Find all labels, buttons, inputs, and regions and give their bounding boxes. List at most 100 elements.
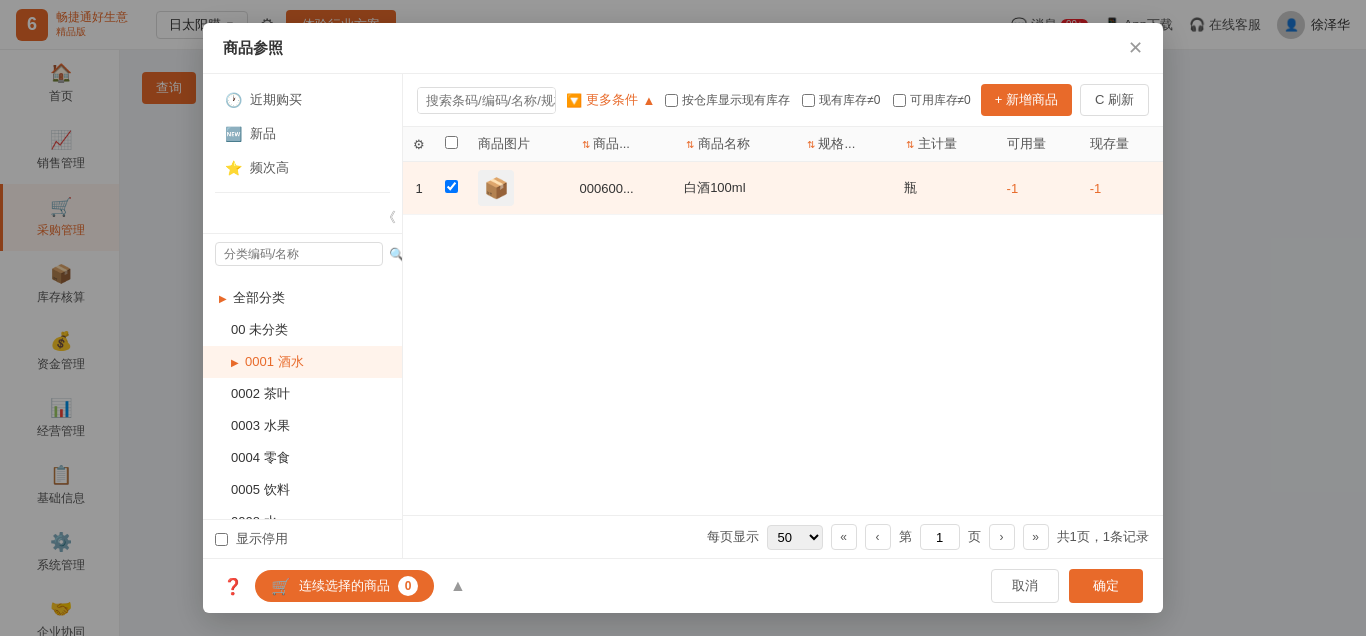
show-disabled-checkbox[interactable] [215,533,228,546]
tab-high-frequency[interactable]: ⭐ 频次高 [215,152,390,184]
show-disabled-label[interactable]: 显示停用 [236,530,288,548]
add-product-button[interactable]: + 新增商品 [981,84,1072,116]
select-all-checkbox[interactable] [445,136,458,149]
stock-ne-filter-checkbox[interactable] [802,94,815,107]
collapse-panel-button[interactable]: 《 [203,209,402,233]
category-tea[interactable]: 0002 茶叶 [203,378,402,410]
tab-new-label: 新品 [250,125,276,143]
col-settings-header: ⚙ [403,127,435,162]
stock-ne-filter-label[interactable]: 现有库存≠0 [802,92,880,109]
product-img-placeholder: 📦 [484,176,509,200]
category-tea-label: 0002 茶叶 [231,385,290,403]
more-filter-button[interactable]: 🔽 更多条件 ▲ [566,91,655,109]
last-page-button[interactable]: » [1023,524,1049,550]
sort-icon-spec: ⇅ [807,139,815,150]
cart-selection-area[interactable]: 🛒 连续选择的商品 0 [255,570,434,602]
footer-action-buttons: 取消 确定 [991,569,1143,603]
refresh-button[interactable]: C 刷新 [1080,84,1149,116]
clock-icon: 🕐 [225,92,242,108]
col-img-header: 商品图片 [468,127,570,162]
next-page-button[interactable]: › [989,524,1015,550]
row-checkbox-cell [435,162,468,215]
category-fruit-label: 0003 水果 [231,417,290,435]
category-fruit[interactable]: 0003 水果 [203,410,402,442]
first-page-icon: « [840,530,847,544]
col-spec-header: ⇅ 规格... [795,127,894,162]
product-image: 📦 [478,170,514,206]
warehouse-filter-label[interactable]: 按仓库显示现有库存 [665,92,790,109]
product-search-input-wrap: 🔍 [417,87,556,114]
filter-options: 按仓库显示现有库存 现有库存≠0 可用库存≠0 [665,92,971,109]
cancel-button[interactable]: 取消 [991,569,1059,603]
first-page-button[interactable]: « [831,524,857,550]
modal-search-bar: 🔍 🔽 更多条件 ▲ 按仓库显示现有库存 [403,74,1163,127]
arrow-right-icon: ▶ [219,293,227,304]
col-unit-header: ⇅ 主计量 [894,127,996,162]
category-uncategorized[interactable]: 00 未分类 [203,314,402,346]
modal-title: 商品参照 [223,39,283,58]
help-icon[interactable]: ❓ [223,577,243,596]
col-stock-header: 现存量 [1080,127,1163,162]
row-num: 1 [403,162,435,215]
product-table: ⚙ 商品图片 ⇅ 商品... [403,127,1163,215]
cart-label: 连续选择的商品 [299,577,390,595]
settings-col-icon[interactable]: ⚙ [413,137,425,152]
product-search-input[interactable] [418,88,556,113]
pagination: 每页显示 50 100 200 « ‹ 第 页 [403,515,1163,558]
category-drinks-label: 0005 饮料 [231,481,290,499]
row-img-cell: 📦 [468,162,570,215]
row-unit-cell: 瓶 [894,162,996,215]
modal-close-button[interactable]: ✕ [1128,37,1143,59]
cart-count-badge: 0 [398,576,418,596]
category-snacks-label: 0004 零食 [231,449,290,467]
col-code-header: ⇅ 商品... [570,127,675,162]
left-tabs: 🕐 近期购买 🆕 新品 ⭐ 频次高 [203,74,402,209]
category-search-area: 🔍 [203,233,402,274]
tab-new-products[interactable]: 🆕 新品 [215,118,390,150]
warehouse-filter-checkbox[interactable] [665,94,678,107]
available-ne-filter-checkbox[interactable] [893,94,906,107]
prev-page-button[interactable]: ‹ [865,524,891,550]
row-name-cell: 白酒100ml [674,162,795,215]
modal-footer: ❓ 🛒 连续选择的商品 0 ▲ 取消 确定 [203,558,1163,613]
category-tree: ▶ 全部分类 00 未分类 ▶ 0001 酒水 0002 茶叶 0003 水果 [203,274,402,519]
new-icon: 🆕 [225,126,242,142]
filter-label: 更多条件 [586,91,638,109]
category-uncategorized-label: 00 未分类 [231,321,288,339]
modal-left-footer: 显示停用 [203,519,402,558]
row-select-checkbox[interactable] [445,180,458,193]
table-row[interactable]: 1 📦 000600... [403,162,1163,215]
available-ne-filter-label[interactable]: 可用库存≠0 [893,92,971,109]
star-icon: ⭐ [225,160,242,176]
tab-divider [215,192,390,193]
page-label: 第 [899,528,912,546]
sort-icon-name: ⇅ [686,139,694,150]
modal-right-panel: 🔍 🔽 更多条件 ▲ 按仓库显示现有库存 [403,74,1163,558]
category-all-label: 全部分类 [233,289,285,307]
col-checkbox-header [435,127,468,162]
category-search-input[interactable] [215,242,383,266]
page-number-input[interactable] [920,524,960,550]
sort-icon-code: ⇅ [582,139,590,150]
category-drinks[interactable]: 0005 饮料 [203,474,402,506]
prev-page-icon: ‹ [876,530,880,544]
collapse-cart-icon[interactable]: ▲ [450,577,466,595]
category-alcohol-label: 0001 酒水 [245,353,304,371]
modal-overlay: 商品参照 ✕ 🕐 近期购买 🆕 新品 ⭐ [0,0,1366,636]
category-all[interactable]: ▶ 全部分类 [203,282,402,314]
filter-icon: 🔽 [566,93,582,108]
tab-freq-label: 频次高 [250,159,289,177]
category-water[interactable]: 0008 水 [203,506,402,519]
tab-recent-purchase[interactable]: 🕐 近期购买 [215,84,390,116]
modal-body: 🕐 近期购买 🆕 新品 ⭐ 频次高 《 [203,74,1163,558]
category-alcohol[interactable]: ▶ 0001 酒水 [203,346,402,378]
total-pages-info: 共1页，1条记录 [1057,528,1149,546]
cart-icon: 🛒 [271,577,291,596]
per-page-select[interactable]: 50 100 200 [767,525,823,550]
row-available-cell: -1 [997,162,1080,215]
category-search-icon[interactable]: 🔍 [389,247,403,262]
product-reference-modal: 商品参照 ✕ 🕐 近期购买 🆕 新品 ⭐ [203,23,1163,613]
category-snacks[interactable]: 0004 零食 [203,442,402,474]
row-spec-cell [795,162,894,215]
confirm-button[interactable]: 确定 [1069,569,1143,603]
